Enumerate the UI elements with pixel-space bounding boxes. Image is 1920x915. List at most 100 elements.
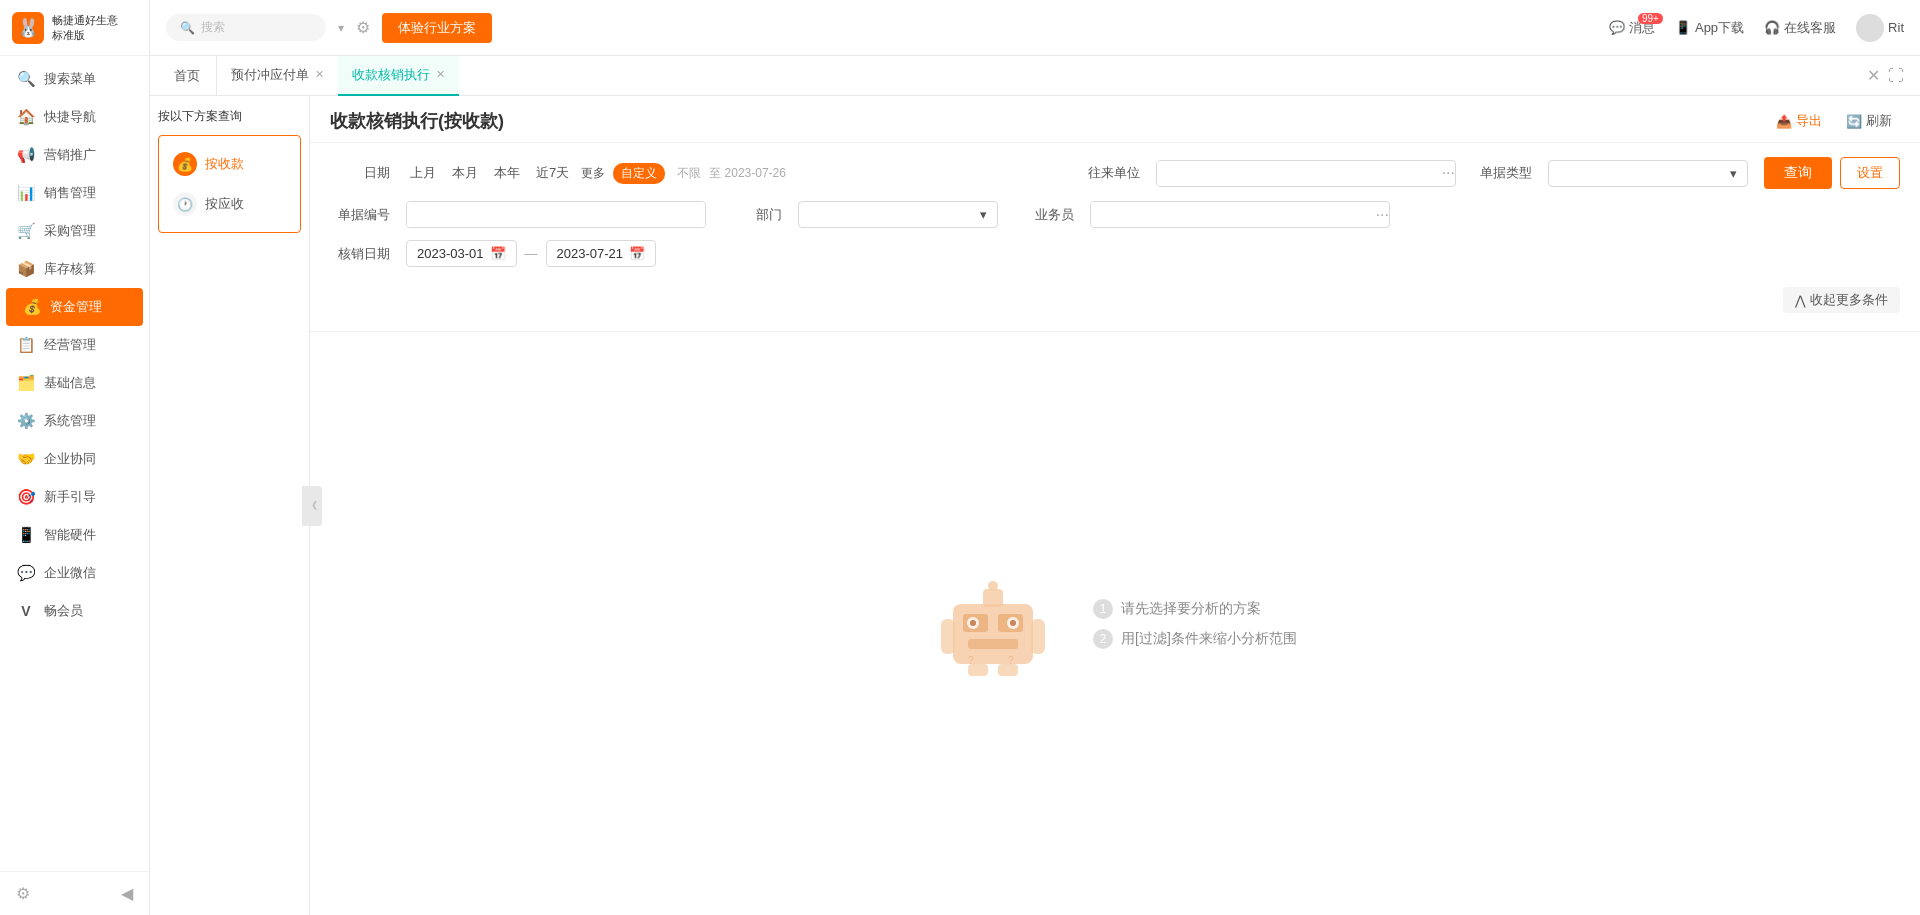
sidebar-item-enterprise[interactable]: 🤝 企业协同	[0, 440, 149, 478]
setting-button[interactable]: 设置	[1840, 157, 1900, 189]
message-badge: 99+	[1638, 13, 1663, 24]
refresh-button[interactable]: 🔄 刷新	[1838, 108, 1900, 134]
sidebar-item-purchase[interactable]: 🛒 采购管理	[0, 212, 149, 250]
sidebar-item-marketing[interactable]: 📢 营销推广	[0, 136, 149, 174]
expand-icon[interactable]: ⛶	[1888, 67, 1904, 85]
message-button[interactable]: 💬 消息 99+	[1609, 19, 1655, 37]
online-service-label: 在线客服	[1784, 19, 1836, 37]
tab-prepaid[interactable]: 预付冲应付单 ✕	[217, 56, 338, 96]
chevron-down-icon[interactable]: ▾	[338, 21, 344, 35]
hardware-icon: 📱	[16, 526, 36, 544]
write-off-end-date[interactable]: 2023-07-21 📅	[546, 240, 657, 267]
calendar-end-icon[interactable]: 📅	[629, 246, 645, 261]
user-profile[interactable]: Rit	[1856, 14, 1904, 42]
doc-no-label: 单据编号	[330, 206, 390, 224]
sidebar-item-finance[interactable]: 💰 资金管理	[6, 288, 143, 326]
shortcut-this-year[interactable]: 本年	[490, 162, 524, 184]
sidebar-item-system[interactable]: ⚙️ 系统管理	[0, 402, 149, 440]
search-text: 搜索	[201, 19, 225, 36]
sidebar-item-basic-info[interactable]: 🗂️ 基础信息	[0, 364, 149, 402]
sidebar-item-operations[interactable]: 📋 经营管理	[0, 326, 149, 364]
query-panel-options: 💰 按收款 🕐 按应收	[158, 135, 301, 233]
query-panel-title: 按以下方案查询	[158, 108, 301, 125]
industry-solution-button[interactable]: 体验行业方案	[382, 13, 492, 43]
shortcut-7days[interactable]: 近7天	[532, 162, 573, 184]
query-option-label: 按应收	[205, 195, 244, 213]
chevron-down-dept: ▾	[980, 207, 987, 222]
query-option-by-receipt[interactable]: 💰 按收款	[167, 144, 292, 184]
sidebar-item-inventory[interactable]: 📦 库存核算	[0, 250, 149, 288]
write-off-start-date[interactable]: 2023-03-01 📅	[406, 240, 517, 267]
collapse-more-button[interactable]: ⋀ 收起更多条件	[1783, 287, 1900, 313]
svg-point-7	[1010, 620, 1016, 626]
online-service-button[interactable]: 🎧 在线客服	[1764, 19, 1836, 37]
purchase-icon: 🛒	[16, 222, 36, 240]
panel-collapse-button[interactable]: 《	[302, 486, 322, 526]
collapse-icon: 《	[307, 499, 317, 513]
doc-type-select[interactable]: ▾	[1548, 160, 1748, 187]
sidebar-item-sales[interactable]: 📊 销售管理	[0, 174, 149, 212]
tip-number-2: 2	[1093, 629, 1113, 649]
sidebar-item-label: 企业微信	[44, 564, 96, 582]
collapse-sidebar-icon[interactable]: ◀	[121, 884, 133, 903]
doc-no-input[interactable]	[406, 201, 706, 228]
content-area: 按以下方案查询 💰 按收款 🕐 按应收 《	[150, 96, 1920, 915]
dept-select[interactable]: ▾	[798, 201, 998, 228]
sidebar-item-quick-nav[interactable]: 🏠 快捷导航	[0, 98, 149, 136]
refresh-icon: 🔄	[1846, 114, 1862, 129]
logo-text: 畅捷通好生意 标准版	[52, 13, 118, 42]
app-download-button[interactable]: 📱 App下载	[1675, 19, 1744, 37]
sidebar-item-label: 经营管理	[44, 336, 96, 354]
shortcut-prev-month[interactable]: 上月	[406, 162, 440, 184]
settings-icon[interactable]: ⚙	[16, 884, 30, 903]
export-button[interactable]: 📤 导出	[1768, 108, 1830, 134]
sidebar-item-label: 资金管理	[50, 298, 102, 316]
enterprise-icon: 🤝	[16, 450, 36, 468]
close-tab-icon[interactable]: ✕	[1867, 66, 1880, 85]
query-option-by-receivable[interactable]: 🕐 按应收	[167, 184, 292, 224]
page-header-actions: 📤 导出 🔄 刷新	[1768, 108, 1900, 134]
sidebar-item-member[interactable]: V 畅会员	[0, 592, 149, 630]
tip-number-1: 1	[1093, 599, 1113, 619]
shortcut-custom[interactable]: 自定义	[613, 163, 665, 184]
partner-field[interactable]	[1157, 161, 1438, 186]
staff-dots-icon[interactable]: ···	[1376, 206, 1389, 224]
topbar-search[interactable]: 🔍 搜索	[166, 14, 326, 41]
query-button[interactable]: 查询	[1764, 157, 1832, 189]
filter-area: 日期 上月 本月 本年 近7天 更多 自定义 不限 至 2023-07-26 往…	[310, 143, 1920, 332]
tab-close-receipt[interactable]: ✕	[436, 68, 445, 81]
tab-home[interactable]: 首页	[158, 56, 217, 96]
shortcut-this-month[interactable]: 本月	[448, 162, 482, 184]
collapse-more-area: ⋀ 收起更多条件	[330, 279, 1900, 317]
partner-dots-icon[interactable]: ···	[1442, 164, 1455, 182]
gear-icon[interactable]: ⚙	[356, 18, 370, 37]
sidebar-item-guide[interactable]: 🎯 新手引导	[0, 478, 149, 516]
search-icon: 🔍	[180, 21, 195, 35]
tab-receipt-exec[interactable]: 收款核销执行 ✕	[338, 56, 459, 96]
staff-input[interactable]: ···	[1090, 201, 1390, 228]
page-title: 收款核销执行(按收款)	[330, 109, 504, 133]
operations-icon: 📋	[16, 336, 36, 354]
sidebar-item-hardware[interactable]: 📱 智能硬件	[0, 516, 149, 554]
marketing-icon: 📢	[16, 146, 36, 164]
sidebar-item-wechat[interactable]: 💬 企业微信	[0, 554, 149, 592]
left-panel-wrapper: 按以下方案查询 💰 按收款 🕐 按应收 《	[150, 96, 310, 915]
query-action-buttons: 查询 设置	[1764, 157, 1900, 189]
tabbar: 首页 预付冲应付单 ✕ 收款核销执行 ✕ ✕ ⛶	[150, 56, 1920, 96]
partner-input[interactable]: ···	[1156, 160, 1456, 187]
tab-close-prepaid[interactable]: ✕	[315, 68, 324, 81]
shortcut-more[interactable]: 更多	[581, 165, 605, 182]
doc-type-label: 单据类型	[1472, 164, 1532, 182]
sidebar-logo: 🐰 畅捷通好生意 标准版	[0, 0, 149, 56]
svg-rect-11	[1031, 619, 1045, 654]
page-header: 收款核销执行(按收款) 📤 导出 🔄 刷新	[310, 96, 1920, 143]
calendar-start-icon[interactable]: 📅	[490, 246, 506, 261]
staff-field[interactable]	[1091, 202, 1372, 227]
sidebar-item-label: 企业协同	[44, 450, 96, 468]
export-icon: 📤	[1776, 114, 1792, 129]
doc-no-field[interactable]	[407, 202, 705, 227]
svg-point-6	[970, 620, 976, 626]
sidebar-item-search[interactable]: 🔍 搜索菜单	[0, 60, 149, 98]
home-icon: 🏠	[16, 108, 36, 126]
filter-row-3: 核销日期 2023-03-01 📅 — 2023-07-21 📅	[330, 240, 1900, 267]
